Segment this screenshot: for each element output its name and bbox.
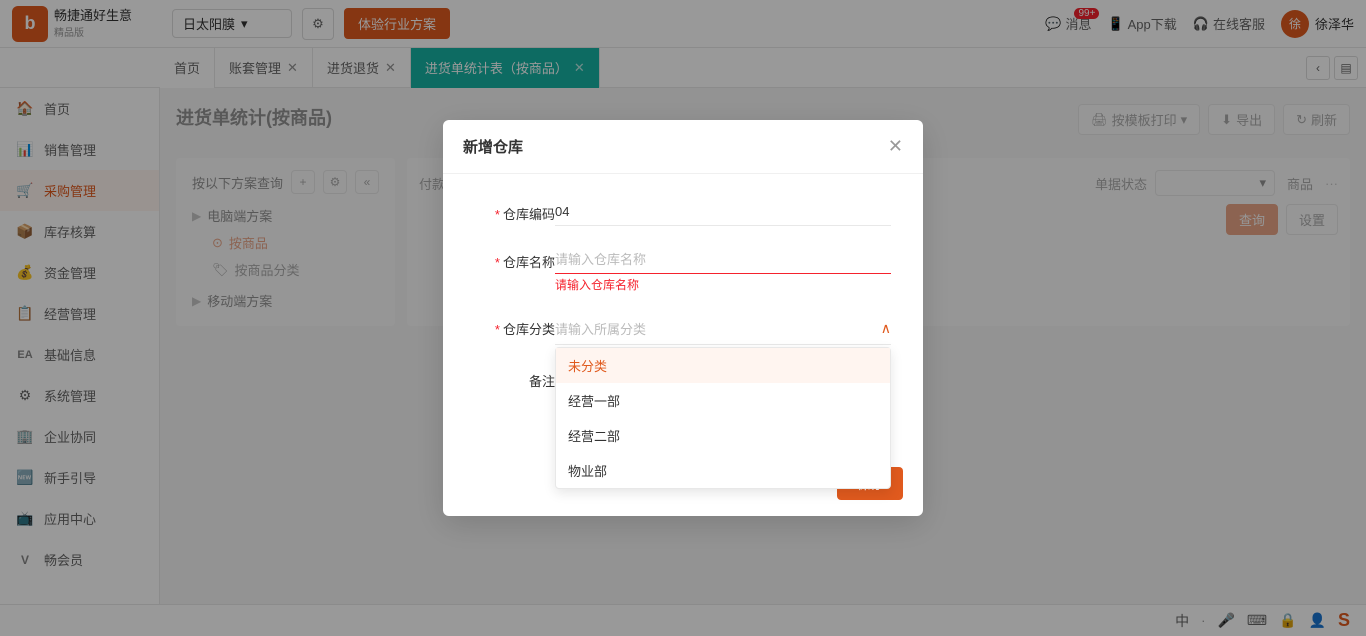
code-input[interactable] bbox=[555, 198, 891, 226]
code-label: 仓库编码 bbox=[475, 198, 555, 223]
category-label: 仓库分类 bbox=[475, 313, 555, 338]
code-row: 仓库编码 bbox=[475, 198, 891, 226]
category-select[interactable]: 请输入所属分类 ∧ bbox=[555, 313, 891, 345]
dropdown-item-property[interactable]: 物业部 bbox=[556, 453, 890, 488]
name-input[interactable] bbox=[555, 246, 891, 274]
remark-label: 备注 bbox=[475, 365, 555, 390]
category-dropdown: 未分类 经营一部 经营二部 物业部 bbox=[555, 347, 891, 489]
name-row: 仓库名称 请输入仓库名称 bbox=[475, 246, 891, 293]
dropdown-item-ops1[interactable]: 经营一部 bbox=[556, 383, 890, 418]
name-error-msg: 请输入仓库名称 bbox=[555, 276, 891, 293]
category-row: 仓库分类 请输入所属分类 ∧ 未分类 经营一部 经营二部 物业部 bbox=[475, 313, 891, 345]
name-label: 仓库名称 bbox=[475, 246, 555, 271]
chevron-up-icon: ∧ bbox=[881, 320, 891, 337]
dropdown-item-none[interactable]: 未分类 bbox=[556, 348, 890, 383]
add-warehouse-modal: 新增仓库 ✕ 仓库编码 仓库名称 请输入仓库名称 仓库分类 bbox=[443, 120, 923, 516]
modal-title: 新增仓库 bbox=[463, 136, 523, 157]
modal-body: 仓库编码 仓库名称 请输入仓库名称 仓库分类 请输入所属分类 bbox=[443, 174, 923, 455]
modal-close-button[interactable]: ✕ bbox=[888, 136, 903, 157]
dropdown-item-ops2[interactable]: 经营二部 bbox=[556, 418, 890, 453]
modal-header: 新增仓库 ✕ bbox=[443, 120, 923, 174]
modal-overlay: 新增仓库 ✕ 仓库编码 仓库名称 请输入仓库名称 仓库分类 bbox=[0, 0, 1366, 636]
